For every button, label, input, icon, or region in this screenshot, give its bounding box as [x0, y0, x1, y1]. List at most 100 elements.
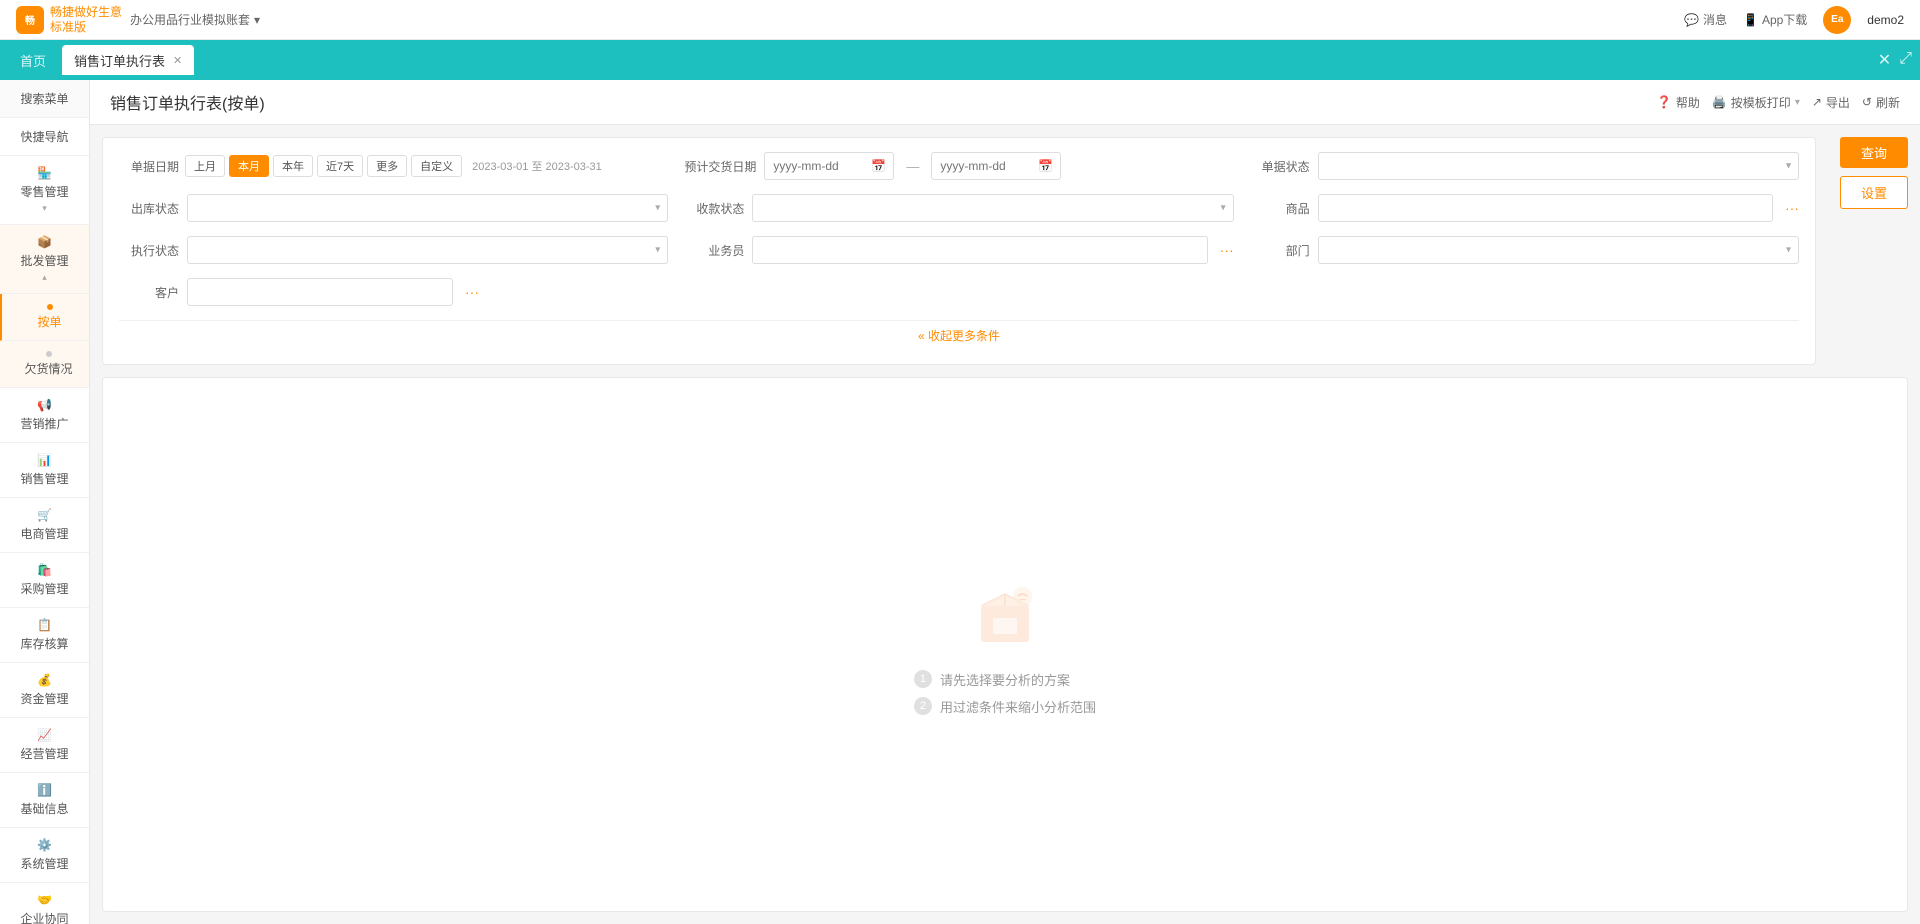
tab-expand-icon[interactable]: ⤢ — [1899, 50, 1912, 70]
order-status-filter: 单据状态 ▾ — [1250, 152, 1799, 180]
content-wrapper: 单据日期 上月 本月 本年 近7天 更多 自定义 2023-03-01 至 20… — [90, 125, 1920, 924]
collapse-bar[interactable]: « 收起更多条件 — [119, 320, 1799, 350]
refresh-icon: ↺ — [1862, 95, 1872, 109]
purchase-icon: 🛍️ — [37, 563, 52, 577]
main-layout: 搜索菜单 快捷导航 🏪 零售管理 ▾ 📦 批发管理 ▴ 按单 欠货情况 📢 营销… — [0, 80, 1920, 924]
execution-status-filter: 执行状态 — [119, 236, 668, 264]
sidebar-item-finance-mgmt[interactable]: 💰 资金管理 — [0, 663, 89, 718]
date-btn-more[interactable]: 更多 — [367, 155, 407, 177]
sidebar-item-pressing[interactable]: 按单 — [0, 294, 89, 341]
sidebar-item-debt[interactable]: 欠货情况 — [0, 341, 89, 388]
empty-tip-1: 1 请先选择要分析的方案 — [914, 670, 1096, 689]
sidebar-item-basic-info[interactable]: ℹ️ 基础信息 — [0, 773, 89, 828]
salesperson-input[interactable] — [752, 236, 1207, 264]
page-title: 销售订单执行表(按单) — [110, 90, 265, 114]
date-range-text: 2023-03-01 至 2023-03-31 — [472, 158, 602, 174]
sidebar-item-operations-mgmt[interactable]: 📈 经营管理 — [0, 718, 89, 773]
help-button[interactable]: ❓ 帮助 — [1657, 94, 1700, 111]
sidebar-item-marketing-promo[interactable]: 📢 营销推广 — [0, 388, 89, 443]
salesperson-label: 业务员 — [684, 242, 744, 259]
marketing-icon: 📢 — [37, 398, 52, 412]
date-btn-custom[interactable]: 自定义 — [411, 155, 462, 177]
tab-close-all-icon[interactable]: ✕ — [1878, 50, 1891, 70]
date-filter: 单据日期 上月 本月 本年 近7天 更多 自定义 2023-03-01 至 20… — [119, 155, 668, 177]
payment-status-select[interactable] — [752, 194, 1233, 222]
order-status-input[interactable] — [1318, 152, 1799, 180]
tab-bar-actions: ✕ ⤢ — [1878, 50, 1912, 70]
filter-panel: 单据日期 上月 本月 本年 近7天 更多 自定义 2023-03-01 至 20… — [102, 137, 1816, 365]
refresh-button[interactable]: ↺ 刷新 — [1862, 94, 1900, 111]
sidebar: 搜索菜单 快捷导航 🏪 零售管理 ▾ 📦 批发管理 ▴ 按单 欠货情况 📢 营销… — [0, 80, 90, 924]
avatar: Ea — [1823, 6, 1851, 34]
header-right: 💬 消息 📱 App下载 Ea demo2 — [1684, 6, 1904, 34]
tip-num-2: 2 — [914, 697, 932, 715]
date-btn-this-year[interactable]: 本年 — [273, 155, 313, 177]
payment-status-filter: 收款状态 — [684, 194, 1233, 222]
sidebar-item-sales-mgmt[interactable]: 📊 销售管理 — [0, 443, 89, 498]
sidebar-item-purchase-mgmt[interactable]: 🛍️ 采购管理 — [0, 553, 89, 608]
sidebar-item-wholesale-mgmt[interactable]: 📦 批发管理 ▴ — [0, 225, 89, 294]
filter-row-2: 出库状态 收款状态 — [119, 194, 1799, 222]
export-button[interactable]: ↗ 导出 — [1812, 94, 1850, 111]
product-ellipsis-icon[interactable]: ··· — [1785, 200, 1799, 216]
customer-label: 客户 — [119, 284, 179, 301]
customer-filter: 客户 ··· — [119, 278, 479, 306]
user-name[interactable]: demo2 — [1867, 13, 1904, 27]
customer-ellipsis-icon[interactable]: ··· — [465, 284, 479, 300]
date-btn-this-month[interactable]: 本月 — [229, 155, 269, 177]
date-buttons: 上月 本月 本年 近7天 更多 自定义 — [185, 155, 462, 177]
logo-text: 畅捷做好生意 标准版 — [50, 5, 122, 34]
expected-date-to-wrapper: 📅 — [931, 152, 1061, 180]
expected-date-from-wrapper: 📅 — [764, 152, 894, 180]
sidebar-item-quick-nav[interactable]: 快捷导航 — [0, 118, 89, 156]
salesperson-ellipsis-icon[interactable]: ··· — [1220, 242, 1234, 258]
print-button[interactable]: 🖨️ 按模板打印 ▾ — [1712, 94, 1800, 111]
logo-area: 畅 畅捷做好生意 标准版 — [16, 5, 122, 34]
empty-tips: 1 请先选择要分析的方案 2 用过滤条件来缩小分析范围 — [914, 670, 1096, 716]
department-filter: 部门 — [1250, 236, 1799, 264]
tab-sales-order-exec[interactable]: 销售订单执行表 ✕ — [62, 45, 194, 75]
delivery-status-filter: 出库状态 — [119, 194, 668, 222]
setting-button[interactable]: 设置 — [1840, 176, 1908, 209]
pressing-dot — [47, 304, 53, 310]
sidebar-search-menu[interactable]: 搜索菜单 — [0, 80, 89, 118]
execution-status-select-wrapper — [187, 236, 668, 264]
sidebar-item-retail-mgmt[interactable]: 🏪 零售管理 ▾ — [0, 156, 89, 225]
search-button[interactable]: 查询 — [1840, 137, 1908, 168]
customer-input[interactable] — [187, 278, 453, 306]
expected-date-filter: 预计交货日期 📅 — 📅 — [684, 152, 1233, 180]
department-select[interactable] — [1318, 236, 1799, 264]
department-select-wrapper — [1318, 236, 1799, 264]
sidebar-item-enterprise-collab[interactable]: 🤝 企业协同 — [0, 883, 89, 924]
inventory-icon: 📋 — [37, 618, 52, 632]
breadcrumb-arrow-icon[interactable]: ▾ — [254, 13, 260, 27]
wholesale-arrow-icon: ▴ — [42, 272, 47, 283]
product-label: 商品 — [1250, 200, 1310, 217]
filter-action-section: 单据日期 上月 本月 本年 近7天 更多 自定义 2023-03-01 至 20… — [102, 137, 1908, 365]
empty-illustration-icon — [965, 574, 1045, 654]
sidebar-item-ecommerce-mgmt[interactable]: 🛒 电商管理 — [0, 498, 89, 553]
date-btn-last-7-days[interactable]: 近7天 — [317, 155, 363, 177]
ecommerce-icon: 🛒 — [37, 508, 52, 522]
calendar-to-icon: 📅 — [1038, 159, 1053, 173]
sidebar-item-inventory-check[interactable]: 📋 库存核算 — [0, 608, 89, 663]
print-dropdown-icon[interactable]: ▾ — [1795, 97, 1800, 108]
tab-close-icon[interactable]: ✕ — [173, 54, 182, 67]
action-buttons: 查询 设置 — [1840, 137, 1908, 365]
tab-home[interactable]: 首页 — [8, 45, 58, 75]
payment-status-select-wrapper — [752, 194, 1233, 222]
sidebar-item-system-mgmt[interactable]: ⚙️ 系统管理 — [0, 828, 89, 883]
filter-row-4: 客户 ··· — [119, 278, 1799, 306]
export-icon: ↗ — [1812, 95, 1822, 109]
department-label: 部门 — [1250, 242, 1310, 259]
logo-icon: 畅 — [16, 6, 44, 34]
finance-icon: 💰 — [37, 673, 52, 687]
tip-num-1: 1 — [914, 670, 932, 688]
delivery-status-select[interactable] — [187, 194, 668, 222]
retail-icon: 🏪 — [37, 166, 52, 180]
app-download-action[interactable]: 📱 App下载 — [1743, 11, 1807, 28]
product-input[interactable] — [1318, 194, 1773, 222]
message-action[interactable]: 💬 消息 — [1684, 11, 1727, 28]
date-btn-last-month[interactable]: 上月 — [185, 155, 225, 177]
execution-status-select[interactable] — [187, 236, 668, 264]
